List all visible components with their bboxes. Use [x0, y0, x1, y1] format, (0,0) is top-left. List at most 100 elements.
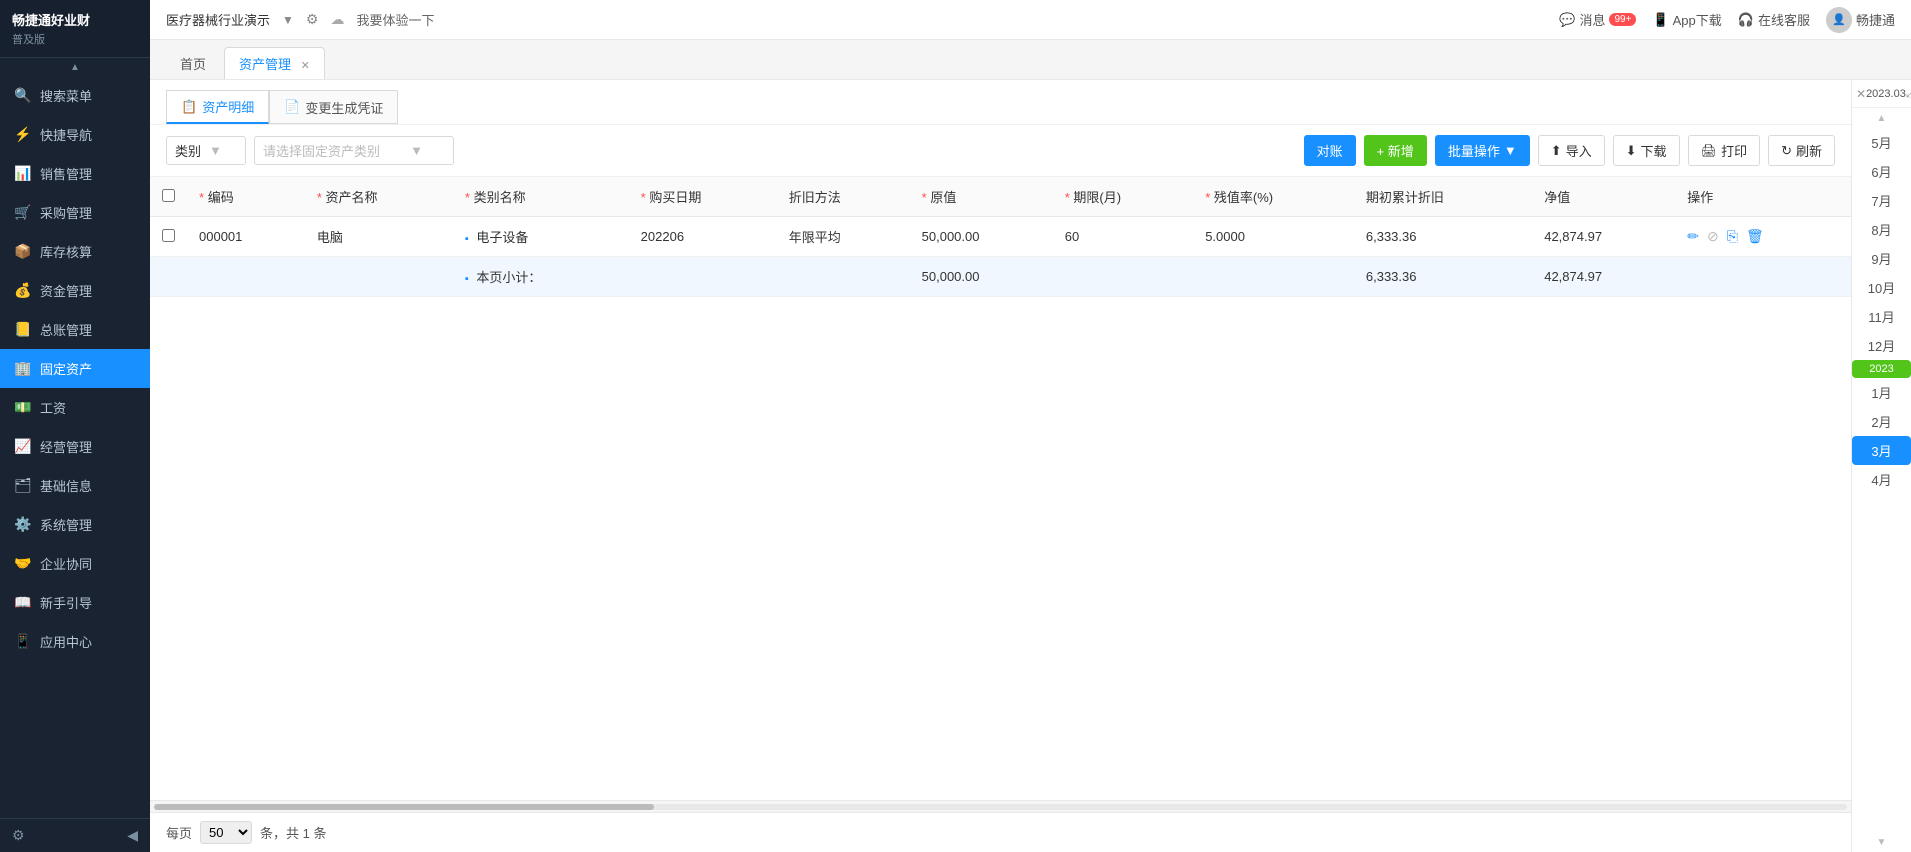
per-page-label: 每页 — [166, 823, 192, 842]
sub-tab-voucher[interactable]: 📄 变更生成凭证 — [269, 90, 398, 124]
date-month-prev[interactable]: 9月 — [1852, 244, 1911, 273]
year-badge[interactable]: 2023 — [1852, 360, 1911, 378]
subtotal-row: ▪ 本页小计： 50,000.00 6,333.36 42,874.97 — [150, 257, 1851, 297]
date-month-prev[interactable]: 8月 — [1852, 215, 1911, 244]
logo-subtitle: 普及版 — [12, 31, 138, 47]
sidebar-item-enterprise[interactable]: 🤝企业协同 — [0, 544, 150, 583]
right-panel-header: ✕ 2023.03 ⤢ — [1852, 80, 1911, 108]
print-icon: 🖨 — [1701, 143, 1718, 159]
right-panel-scroll-up[interactable]: ▲ — [1852, 108, 1911, 128]
sidebar-item-fixed[interactable]: 🏢 固定资产 — [0, 349, 150, 388]
total-label: 条，共 1 条 — [260, 823, 326, 842]
row-checkbox[interactable] — [162, 229, 175, 242]
sidebar-scroll-up-icon[interactable]: ▲ — [70, 62, 80, 73]
collapse-icon[interactable]: ◀ — [127, 827, 138, 844]
category-value-filter[interactable]: 请选择固定资产类别 ▼ — [254, 136, 454, 165]
download-button[interactable]: ⬇ 下载 — [1613, 135, 1680, 166]
sidebar-item-app[interactable]: 📱应用中心 — [0, 622, 150, 661]
cell-depreciation: 年限平均 — [777, 217, 910, 257]
sidebar-item-guide[interactable]: 📖新手引导 — [0, 583, 150, 622]
sidebar-item-funds[interactable]: 💰资金管理 — [0, 271, 150, 310]
system-icon: ⚙️ — [14, 516, 32, 533]
select-all-checkbox[interactable] — [162, 189, 175, 202]
print-button[interactable]: 🖨 打印 — [1688, 135, 1761, 166]
new-button[interactable]: + 新增 — [1364, 135, 1427, 166]
import-button[interactable]: ⬆ 导入 — [1538, 135, 1605, 166]
cell-category: ▪ 电子设备 — [453, 217, 629, 257]
batch-arrow-icon: ▼ — [1504, 143, 1517, 158]
search-icon: 🔍 — [14, 87, 32, 104]
user-menu[interactable]: 👤 畅捷通 — [1826, 7, 1895, 33]
inventory-icon: 📦 — [14, 243, 32, 260]
sidebar-item-inventory[interactable]: 📦库存核算 — [0, 232, 150, 271]
category-placeholder: 请选择固定资产类别 — [263, 141, 380, 160]
cell-initial-depreciation: 6,333.36 — [1354, 217, 1532, 257]
settings-icon[interactable]: ⚙ — [12, 827, 25, 844]
sidebar-item-quicknav[interactable]: ⚡快捷导航 — [0, 115, 150, 154]
reconcile-button[interactable]: 对账 — [1304, 135, 1356, 166]
date-month-prev[interactable]: 10月 — [1852, 273, 1911, 302]
notification-label: 消息 — [1579, 10, 1605, 29]
tab-close-icon[interactable]: ✕ — [301, 60, 310, 72]
sub-tabs: 📋 资产明细 📄 变更生成凭证 — [166, 90, 1835, 124]
tab-asset[interactable]: 资产管理 ✕ — [224, 47, 325, 79]
date-month-prev[interactable]: 12月 — [1852, 331, 1911, 360]
copy-icon[interactable]: ⎘ — [1727, 228, 1738, 245]
sidebar-item-salary[interactable]: 💵工资 — [0, 388, 150, 427]
topbar-right: 💬 消息 99+ 📱 App下载 🎧 在线客服 👤 畅捷通 — [1559, 7, 1895, 33]
topbar-dropdown-icon[interactable]: ▼ — [282, 13, 294, 27]
right-panel: ✕ 2023.03 ⤢ ▲ 5月6月7月8月9月10月11月12月20231月2… — [1851, 80, 1911, 852]
right-panel-expand-icon[interactable]: ⤢ — [1906, 86, 1911, 101]
horizontal-scrollbar[interactable] — [150, 800, 1851, 812]
sidebar-menu: 🔍搜索菜单⚡快捷导航📊销售管理🛒采购管理📦库存核算💰资金管理📒总账管理 🏢 固定资产… — [0, 76, 150, 818]
enterprise-icon: 🤝 — [14, 555, 32, 572]
subtotal-net-value: 42,874.97 — [1532, 257, 1675, 297]
notification-button[interactable]: 💬 消息 99+ — [1559, 10, 1636, 29]
scrollbar-thumb[interactable] — [154, 804, 654, 810]
date-section: 5月6月7月8月9月10月11月12月20231月2月3月4月 — [1852, 128, 1911, 832]
tab-asset-label: 资产管理 — [239, 57, 291, 72]
date-month-current[interactable]: 4月 — [1852, 465, 1911, 494]
tab-home[interactable]: 首页 — [166, 48, 220, 79]
fixed-icon: 🏢 — [14, 360, 32, 377]
table-container: * 编码 * 资产名称 * 类别名称 * 购买日期 折旧方法 * 原值 * 期限… — [150, 177, 1851, 800]
sidebar-item-ledger[interactable]: 📒总账管理 — [0, 310, 150, 349]
batch-label: 批量操作 — [1448, 141, 1500, 160]
sidebar-logo: 畅捷通好业财 普及版 — [0, 0, 150, 58]
date-month-prev[interactable]: 7月 — [1852, 186, 1911, 215]
disable-icon[interactable]: ⊘ — [1707, 228, 1719, 245]
date-month-current[interactable]: 2月 — [1852, 407, 1911, 436]
topbar-gear-icon[interactable]: ⚙ — [306, 11, 319, 28]
sidebar-item-search[interactable]: 🔍搜索菜单 — [0, 76, 150, 115]
date-month-prev[interactable]: 5月 — [1852, 128, 1911, 157]
date-month-prev[interactable]: 6月 — [1852, 157, 1911, 186]
sidebar: 畅捷通好业财 普及版 ▲ 🔍搜索菜单⚡快捷导航📊销售管理🛒采购管理📦库存核算💰资… — [0, 0, 150, 852]
edit-icon[interactable]: ✏ — [1687, 228, 1699, 245]
date-month-current[interactable]: 3月 — [1852, 436, 1911, 465]
col-category: * 类别名称 — [453, 177, 629, 217]
scrollbar-track — [154, 804, 1847, 810]
right-panel-scroll-down[interactable]: ▼ — [1852, 832, 1911, 852]
support-button[interactable]: 🎧 在线客服 — [1738, 10, 1810, 29]
right-panel-close-icon[interactable]: ✕ — [1856, 87, 1866, 101]
sub-tab-list[interactable]: 📋 资产明细 — [166, 90, 269, 124]
notification-badge: 99+ — [1609, 13, 1636, 26]
list-tab-icon: 📋 — [181, 99, 197, 115]
category-filter[interactable]: 类别 ▼ — [166, 136, 246, 165]
topbar-demo-label[interactable]: 我要体验一下 — [356, 10, 434, 29]
sidebar-item-sales[interactable]: 📊销售管理 — [0, 154, 150, 193]
sidebar-item-purchase[interactable]: 🛒采购管理 — [0, 193, 150, 232]
date-month-prev[interactable]: 11月 — [1852, 302, 1911, 331]
delete-icon[interactable]: 🗑 — [1746, 228, 1764, 245]
per-page-select[interactable]: 50 100 200 — [200, 821, 252, 844]
date-month-current[interactable]: 1月 — [1852, 378, 1911, 407]
sidebar-item-basic[interactable]: 🗂基础信息 — [0, 466, 150, 505]
sidebar-item-label-fixed: 固定资产 — [40, 359, 92, 378]
sidebar-item-operations[interactable]: 📈经营管理 — [0, 427, 150, 466]
filter-down-icon: ▼ — [209, 143, 222, 158]
batch-button[interactable]: 批量操作 ▼ — [1435, 135, 1530, 166]
import-label: 导入 — [1566, 141, 1592, 160]
refresh-button[interactable]: ↻ 刷新 — [1768, 135, 1835, 166]
app-download-button[interactable]: 📱 App下载 — [1652, 10, 1721, 29]
sidebar-item-system[interactable]: ⚙️系统管理 — [0, 505, 150, 544]
